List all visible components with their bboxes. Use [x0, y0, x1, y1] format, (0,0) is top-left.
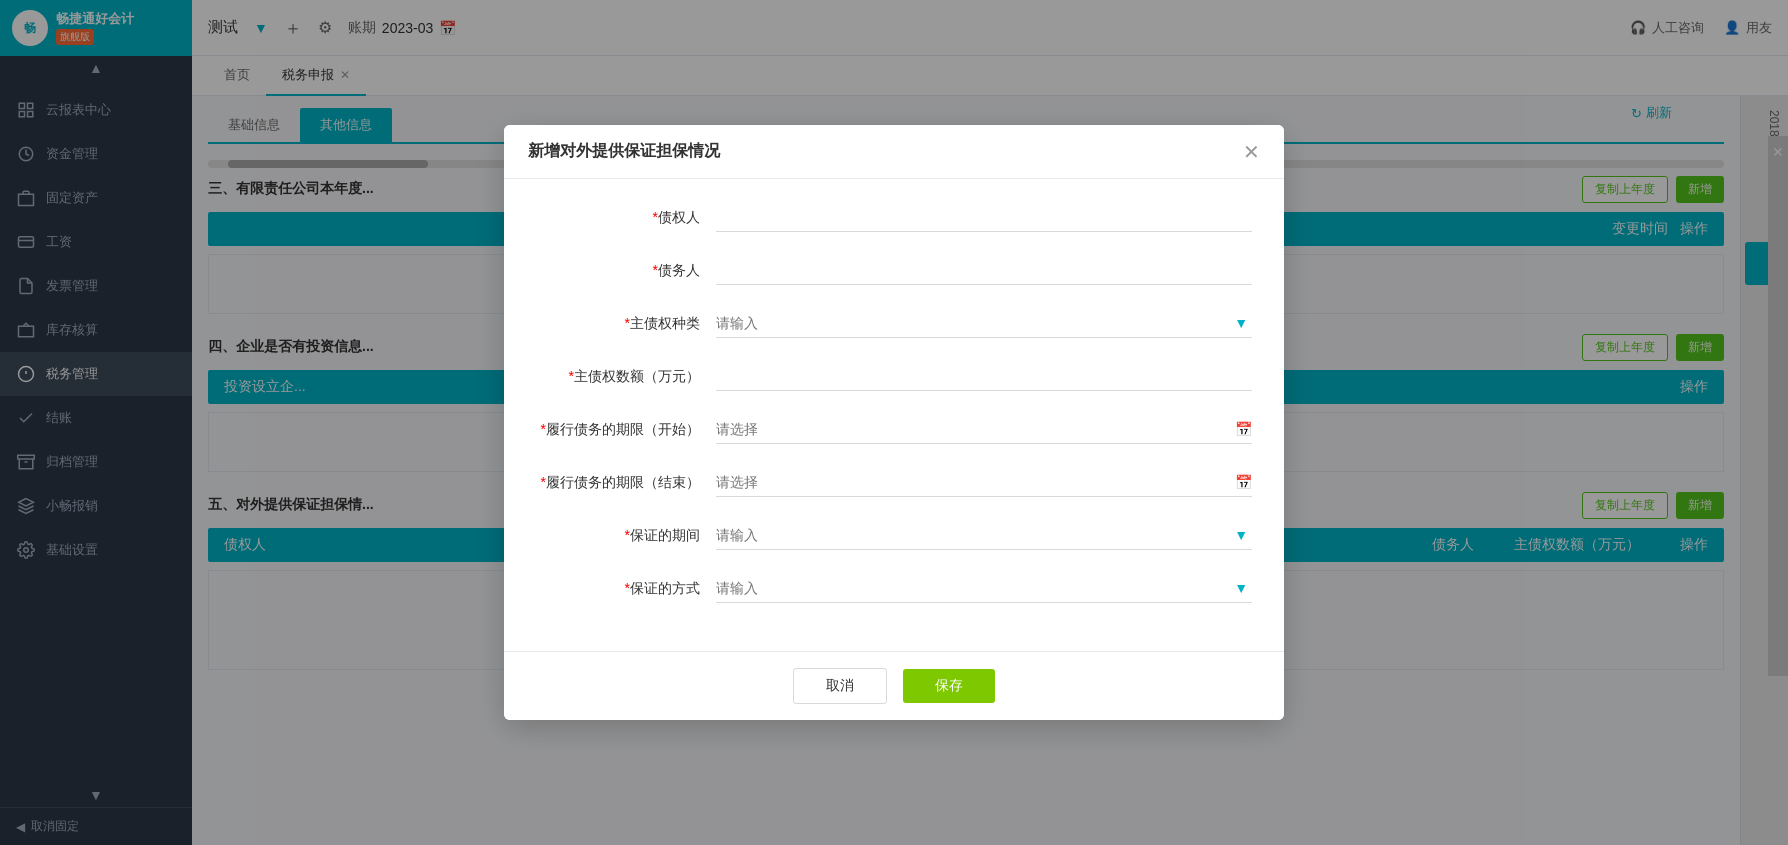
chevron-guarantee-period[interactable]: ▼	[1234, 527, 1252, 543]
input-period-start[interactable]	[716, 415, 1235, 443]
input-guarantee-period[interactable]	[716, 521, 1234, 549]
calendar-icon-start[interactable]: 📅	[1235, 421, 1252, 437]
form-row-period-end: *履行债务的期限（结束） 📅	[536, 468, 1252, 497]
required-star-period-start: *	[541, 421, 546, 437]
modal-overlay: 新增对外提供保证担保情况 ✕ *债权人 *债务人 *主债权种类	[0, 0, 1788, 845]
modal-title: 新增对外提供保证担保情况	[528, 141, 720, 162]
select-wrapper-claim-type: ▼	[716, 309, 1252, 338]
form-row-claim-type: *主债权种类 ▼	[536, 309, 1252, 338]
required-star-debtor: *	[653, 262, 658, 278]
form-row-guarantee-period: *保证的期间 ▼	[536, 521, 1252, 550]
label-period-end: *履行债务的期限（结束）	[536, 474, 716, 492]
required-star-creditor: *	[653, 209, 658, 225]
select-wrapper-guarantee-period: ▼	[716, 521, 1252, 550]
save-button[interactable]: 保存	[903, 669, 995, 703]
select-wrapper-guarantee-method: ▼	[716, 574, 1252, 603]
cancel-button[interactable]: 取消	[793, 668, 887, 704]
label-period-start: *履行债务的期限（开始）	[536, 421, 716, 439]
label-claim-type: *主债权种类	[536, 315, 716, 333]
modal: 新增对外提供保证担保情况 ✕ *债权人 *债务人 *主债权种类	[504, 125, 1284, 720]
form-row-period-start: *履行债务的期限（开始） 📅	[536, 415, 1252, 444]
chevron-claim-type[interactable]: ▼	[1234, 315, 1252, 331]
label-debtor: *债务人	[536, 262, 716, 280]
required-star-guarantee-period: *	[625, 527, 630, 543]
form-row-guarantee-method: *保证的方式 ▼	[536, 574, 1252, 603]
required-star-guarantee-method: *	[625, 580, 630, 596]
calendar-icon-end[interactable]: 📅	[1235, 474, 1252, 490]
label-guarantee-method: *保证的方式	[536, 580, 716, 598]
form-row-claim-amount: *主债权数额（万元）	[536, 362, 1252, 391]
modal-close-button[interactable]: ✕	[1243, 142, 1260, 162]
modal-body: *债权人 *债务人 *主债权种类 ▼	[504, 179, 1284, 651]
date-wrapper-start: 📅	[716, 415, 1252, 444]
chevron-guarantee-method[interactable]: ▼	[1234, 580, 1252, 596]
input-period-end[interactable]	[716, 468, 1235, 496]
label-claim-amount: *主债权数额（万元）	[536, 368, 716, 386]
modal-header: 新增对外提供保证担保情况 ✕	[504, 125, 1284, 179]
label-creditor: *债权人	[536, 209, 716, 227]
date-wrapper-end: 📅	[716, 468, 1252, 497]
input-guarantee-method[interactable]	[716, 574, 1234, 602]
input-debtor[interactable]	[716, 256, 1252, 285]
form-row-debtor: *债务人	[536, 256, 1252, 285]
required-star-claim-type: *	[625, 315, 630, 331]
input-creditor[interactable]	[716, 203, 1252, 232]
required-star-period-end: *	[541, 474, 546, 490]
label-guarantee-period: *保证的期间	[536, 527, 716, 545]
required-star-claim-amount: *	[569, 368, 574, 384]
form-row-creditor: *债权人	[536, 203, 1252, 232]
input-claim-amount[interactable]	[716, 362, 1252, 391]
input-claim-type[interactable]	[716, 309, 1234, 337]
modal-footer: 取消 保存	[504, 651, 1284, 720]
